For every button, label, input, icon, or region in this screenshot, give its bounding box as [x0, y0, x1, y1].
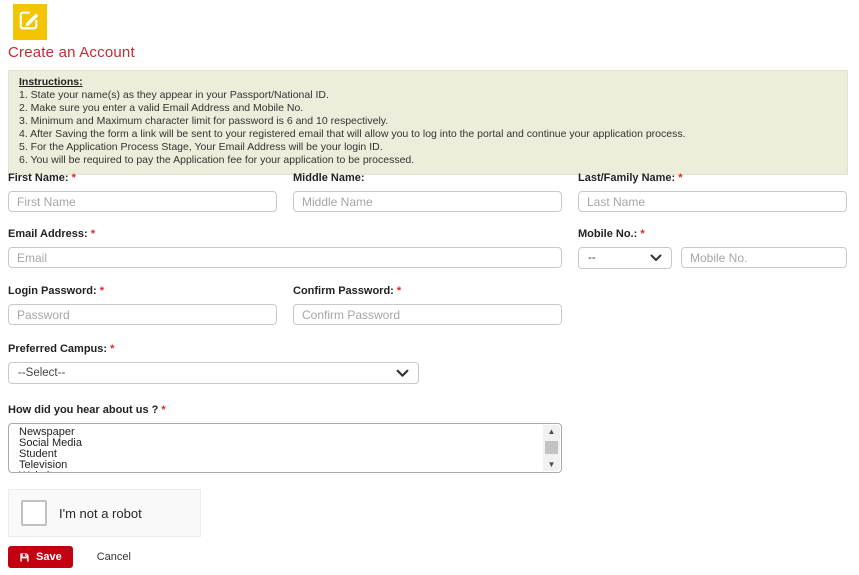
recaptcha-checkbox[interactable]	[21, 500, 47, 526]
last-name-label: Last/Family Name: *	[578, 172, 847, 185]
required-asterisk: *	[71, 172, 76, 184]
name-row: First Name: * Middle Name: Last/Family N…	[8, 172, 851, 212]
last-name-input[interactable]	[578, 191, 847, 212]
password-row: Login Password: * Confirm Password: *	[8, 285, 851, 325]
label-text: Email Address:	[8, 228, 88, 240]
form-actions: Save Cancel	[8, 546, 131, 568]
scrollbar-thumb[interactable]	[545, 441, 558, 454]
instructions-heading: Instructions:	[19, 76, 83, 88]
page-title: Create an Account	[8, 44, 135, 61]
confirm-password-field: Confirm Password: *	[293, 285, 562, 325]
scroll-up-icon[interactable]: ▲	[543, 425, 560, 438]
edit-icon-glyph	[19, 11, 38, 30]
password-input[interactable]	[8, 304, 277, 325]
scroll-down-icon[interactable]: ▼	[543, 458, 560, 471]
middle-name-field: Middle Name:	[293, 172, 562, 212]
campus-select[interactable]: --Select--	[8, 362, 419, 384]
email-label: Email Address: *	[8, 228, 562, 241]
middle-name-input[interactable]	[293, 191, 562, 212]
hear-about-field: How did you hear about us ? * Newspaper …	[8, 404, 562, 473]
hear-about-row: How did you hear about us ? * Newspaper …	[8, 404, 851, 473]
campus-select-value: --Select--	[18, 367, 66, 379]
save-button[interactable]: Save	[8, 546, 73, 568]
instruction-line: 4. After Saving the form a link will be …	[19, 128, 686, 140]
save-button-label: Save	[36, 551, 62, 563]
first-name-input[interactable]	[8, 191, 277, 212]
instruction-line: 1. State your name(s) as they appear in …	[19, 89, 329, 101]
recaptcha-widget: I'm not a robot	[8, 489, 201, 537]
required-asterisk: *	[110, 343, 115, 355]
edit-icon	[13, 4, 47, 40]
listbox-option[interactable]: Student	[19, 449, 541, 460]
label-text: First Name:	[8, 172, 69, 184]
listbox-option[interactable]: Social Media	[19, 438, 541, 449]
required-asterisk: *	[640, 228, 645, 240]
label-text: Mobile No.:	[578, 228, 638, 240]
required-asterisk: *	[99, 285, 104, 297]
mobile-code-select[interactable]: --	[578, 247, 672, 269]
create-account-page: Create an Account Instructions: 1. State…	[0, 0, 859, 575]
required-asterisk: *	[161, 404, 166, 416]
campus-label: Preferred Campus: *	[8, 343, 419, 356]
listbox-option[interactable]: Television	[19, 460, 541, 471]
mobile-group: --	[578, 247, 847, 269]
password-field: Login Password: *	[8, 285, 277, 325]
label-text: Login Password:	[8, 285, 97, 297]
confirm-password-input[interactable]	[293, 304, 562, 325]
recaptcha-label: I'm not a robot	[59, 505, 142, 521]
hear-about-label: How did you hear about us ? *	[8, 404, 562, 417]
listbox-option[interactable]: Website	[19, 471, 541, 473]
mobile-field: Mobile No.: * --	[578, 228, 847, 269]
email-field: Email Address: *	[8, 228, 562, 269]
middle-name-label: Middle Name:	[293, 172, 562, 185]
label-text: How did you hear about us ?	[8, 404, 159, 416]
first-name-field: First Name: *	[8, 172, 277, 212]
hear-about-listbox[interactable]: Newspaper Social Media Student Televisio…	[8, 423, 562, 473]
label-text: Confirm Password:	[293, 285, 394, 297]
save-disk-icon	[20, 552, 29, 562]
password-label: Login Password: *	[8, 285, 277, 298]
label-text: Last/Family Name:	[578, 172, 676, 184]
required-asterisk: *	[396, 285, 402, 297]
instruction-line: 3. Minimum and Maximum character limit f…	[19, 115, 389, 127]
campus-field: Preferred Campus: * --Select--	[8, 343, 419, 384]
listbox-scrollbar[interactable]: ▲ ▼	[543, 425, 560, 471]
campus-row: Preferred Campus: * --Select--	[8, 343, 851, 384]
instruction-line: 2. Make sure you enter a valid Email Add…	[19, 102, 304, 114]
chevron-down-icon	[650, 254, 662, 262]
label-text: Preferred Campus:	[8, 343, 108, 355]
instructions-panel: Instructions: 1. State your name(s) as t…	[8, 70, 848, 175]
account-form: First Name: * Middle Name: Last/Family N…	[8, 172, 851, 473]
instruction-line: 5. For the Application Process Stage, Yo…	[19, 141, 383, 153]
email-input[interactable]	[8, 247, 562, 268]
label-text: Middle Name:	[293, 172, 365, 184]
contact-row: Email Address: * Mobile No.: * --	[8, 228, 851, 269]
mobile-code-value: --	[588, 252, 596, 264]
mobile-number-input[interactable]	[681, 247, 847, 268]
first-name-label: First Name: *	[8, 172, 277, 185]
cancel-link[interactable]: Cancel	[97, 551, 131, 563]
chevron-down-icon	[396, 369, 409, 378]
listbox-option[interactable]: Newspaper	[19, 427, 541, 438]
required-asterisk: *	[90, 228, 96, 240]
confirm-password-label: Confirm Password: *	[293, 285, 562, 298]
required-asterisk: *	[678, 172, 683, 184]
last-name-field: Last/Family Name: *	[578, 172, 847, 212]
mobile-label: Mobile No.: *	[578, 228, 847, 241]
instruction-line: 6. You will be required to pay the Appli…	[19, 154, 415, 166]
